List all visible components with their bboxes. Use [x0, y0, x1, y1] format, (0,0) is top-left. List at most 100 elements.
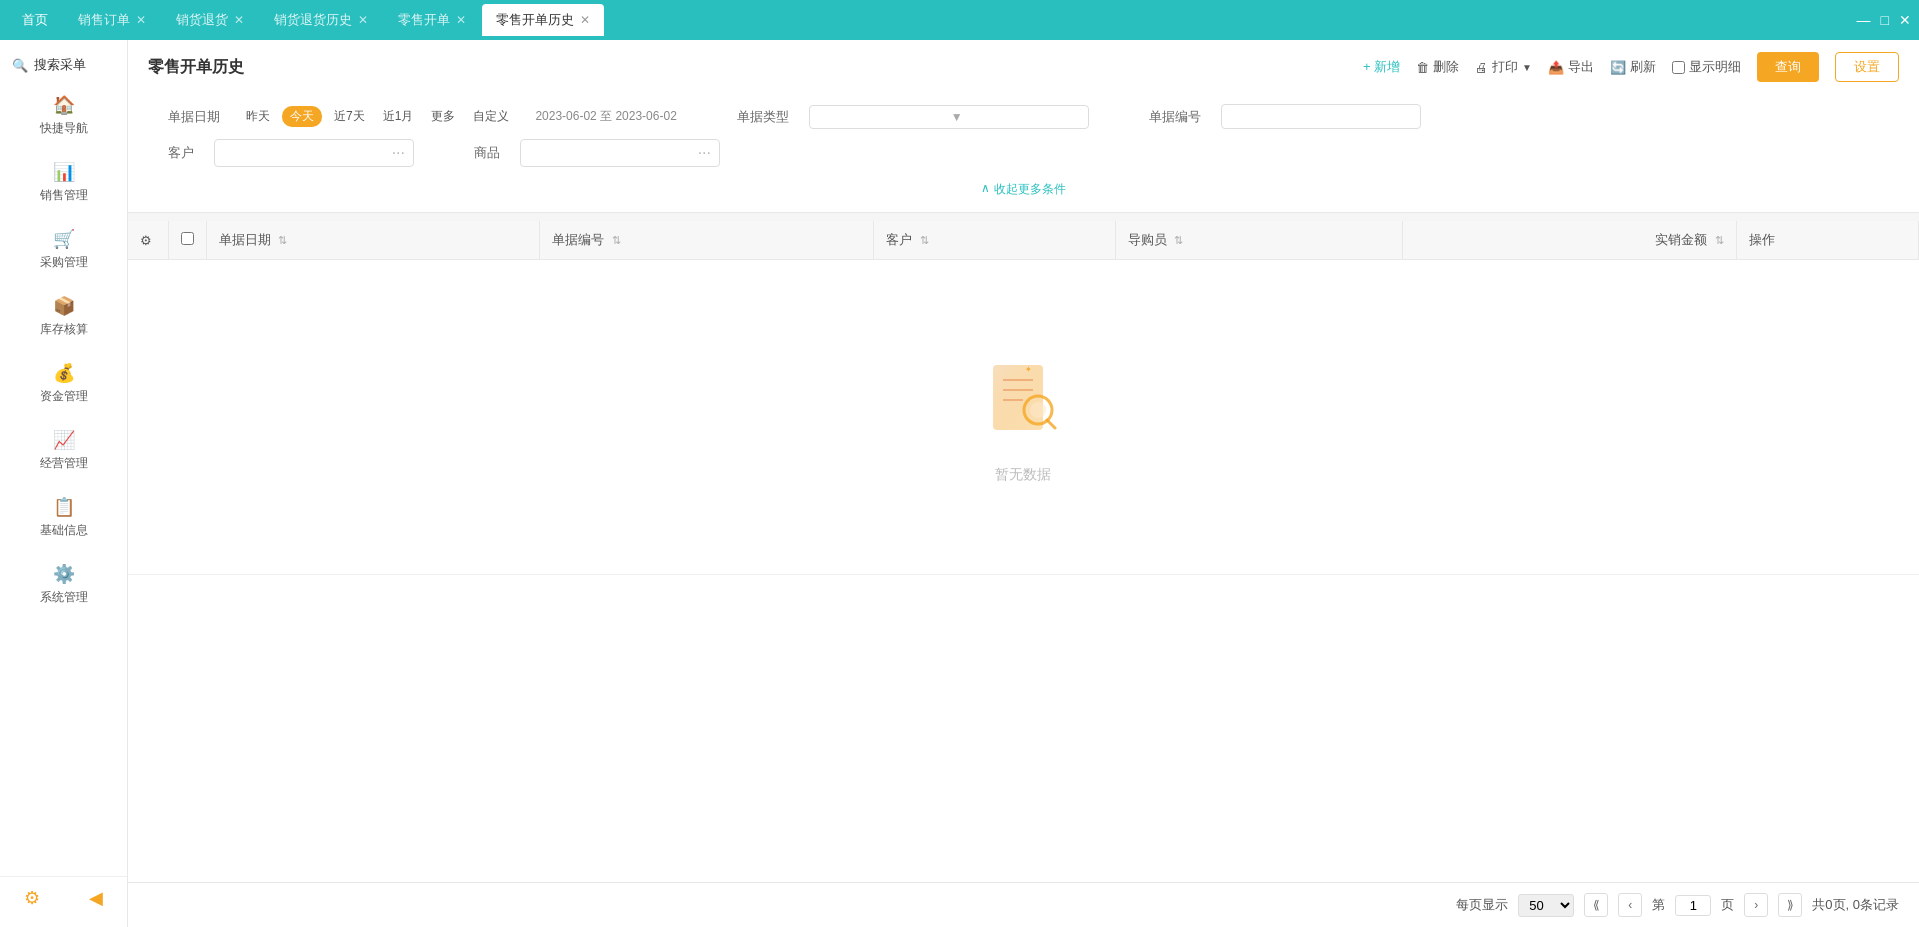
table-header-row: ⚙ 单据日期 ⇅ 单据编号 ⇅ 客户 [128, 221, 1919, 260]
date-range-display: 2023-06-02 至 2023-06-02 [535, 108, 676, 125]
retail-history-tab-label: 零售开单历史 [496, 11, 574, 29]
refresh-button[interactable]: 🔄 刷新 [1610, 58, 1656, 76]
page-title: 零售开单历史 [148, 57, 244, 78]
print-button[interactable]: 🖨 打印 ▼ [1475, 58, 1532, 76]
filter-area: 单据日期 昨天 今天 近7天 近1月 更多 自定义 2023-06-02 至 2… [148, 94, 1899, 212]
th-date[interactable]: 单据日期 ⇅ [206, 221, 540, 260]
th-date-sort-icon[interactable]: ⇅ [278, 234, 287, 246]
tab-sales-return-history[interactable]: 销货退货历史 ✕ [260, 4, 382, 36]
minimize-icon[interactable]: — [1857, 12, 1871, 28]
th-settings[interactable]: ⚙ [128, 221, 168, 260]
doc-no-text-input[interactable] [1230, 109, 1412, 124]
first-page-btn[interactable]: ⟪ [1584, 893, 1608, 917]
doc-no-input[interactable] [1221, 104, 1421, 129]
goods-filter-label: 商品 [474, 144, 500, 162]
page-size-label: 每页显示 [1456, 896, 1508, 914]
date-btn-7days[interactable]: 近7天 [328, 106, 371, 127]
export-button[interactable]: 📤 导出 [1548, 58, 1594, 76]
th-amount[interactable]: 实销金额 ⇅ [1403, 221, 1737, 260]
th-customer-sort-icon[interactable]: ⇅ [920, 234, 929, 246]
customer-input[interactable]: ··· [214, 139, 414, 167]
delete-button[interactable]: 🗑 删除 [1416, 58, 1459, 76]
close-icon[interactable]: ✕ [1899, 12, 1911, 28]
th-guide-label: 导购员 [1128, 232, 1167, 247]
page-number-input[interactable] [1675, 895, 1711, 916]
date-btn-custom[interactable]: 自定义 [467, 106, 515, 127]
date-btn-yesterday[interactable]: 昨天 [240, 106, 276, 127]
sidebar-item-inventory[interactable]: 📦 库存核算 [0, 283, 127, 350]
customer-text-input[interactable] [223, 146, 391, 161]
query-button[interactable]: 查询 [1757, 52, 1819, 82]
goods-text-input[interactable] [529, 146, 697, 161]
th-customer[interactable]: 客户 ⇅ [874, 221, 1115, 260]
system-icon: ⚙️ [53, 563, 75, 585]
customer-filter-label: 客户 [168, 144, 194, 162]
goods-input[interactable]: ··· [520, 139, 720, 167]
th-guide-sort-icon[interactable]: ⇅ [1174, 234, 1183, 246]
sidebar-item-operation-label: 经营管理 [40, 455, 88, 472]
sidebar-bottom: ⚙ ◀ [0, 876, 127, 919]
sidebar-item-sales[interactable]: 📊 销售管理 [0, 149, 127, 216]
tab-sales-return[interactable]: 销货退货 ✕ [162, 4, 258, 36]
customer-select-icon[interactable]: ··· [392, 144, 405, 162]
retail-history-tab-close[interactable]: ✕ [580, 13, 590, 27]
settings-button[interactable]: 设置 [1835, 52, 1899, 82]
sidebar-search[interactable]: 🔍 搜索采单 [0, 48, 127, 82]
sales-order-tab-close[interactable]: ✕ [136, 13, 146, 27]
add-button[interactable]: + 新增 [1363, 58, 1400, 76]
settings-bottom-icon[interactable]: ⚙ [24, 887, 40, 909]
print-dropdown-icon[interactable]: ▼ [1522, 62, 1532, 73]
sales-return-tab-close[interactable]: ✕ [234, 13, 244, 27]
doc-type-select[interactable]: ▼ [809, 105, 1089, 129]
th-guide[interactable]: 导购员 ⇅ [1115, 221, 1403, 260]
sidebar-item-finance[interactable]: 💰 资金管理 [0, 350, 127, 417]
sales-icon: 📊 [53, 161, 75, 183]
filter-row-date: 单据日期 昨天 今天 近7天 近1月 更多 自定义 2023-06-02 至 2… [168, 104, 1879, 129]
retail-open-tab-label: 零售开单 [398, 11, 450, 29]
sidebar-item-quick-nav[interactable]: 🏠 快捷导航 [0, 82, 127, 149]
tab-retail-history[interactable]: 零售开单历史 ✕ [482, 4, 604, 36]
page-label: 第 [1652, 896, 1665, 914]
date-btn-today[interactable]: 今天 [282, 106, 322, 127]
data-table: ⚙ 单据日期 ⇅ 单据编号 ⇅ 客户 [128, 221, 1919, 575]
collapse-sidebar-icon[interactable]: ◀ [89, 887, 103, 909]
date-btn-1month[interactable]: 近1月 [377, 106, 420, 127]
sidebar-item-purchase-label: 采购管理 [40, 254, 88, 271]
th-amount-sort-icon[interactable]: ⇅ [1715, 234, 1724, 246]
toolbar-actions: + 新增 🗑 删除 🖨 打印 ▼ 📤 导出 🔄 [1363, 52, 1899, 82]
th-checkbox[interactable] [168, 221, 206, 260]
sales-return-history-tab-close[interactable]: ✕ [358, 13, 368, 27]
sidebar-item-system[interactable]: ⚙️ 系统管理 [0, 551, 127, 618]
maximize-icon[interactable]: □ [1881, 12, 1889, 28]
th-no[interactable]: 单据编号 ⇅ [540, 221, 874, 260]
tab-sales-order[interactable]: 销售订单 ✕ [64, 4, 160, 36]
pagination-bar: 每页显示 50 10 20 100 ⟪ ‹ 第 页 › ⟫ 共0页, 0条记录 [128, 882, 1919, 927]
next-page-btn[interactable]: › [1744, 893, 1768, 917]
goods-select-icon[interactable]: ··· [698, 144, 711, 162]
sidebar-search-label: 搜索采单 [34, 56, 86, 74]
tab-home[interactable]: 首页 [8, 4, 62, 36]
display-detail-checkbox[interactable]: 显示明细 [1672, 58, 1741, 76]
last-page-btn[interactable]: ⟫ [1778, 893, 1802, 917]
page-size-select[interactable]: 50 10 20 100 [1518, 894, 1574, 917]
tab-retail-open[interactable]: 零售开单 ✕ [384, 4, 480, 36]
sidebar-item-basic[interactable]: 📋 基础信息 [0, 484, 127, 551]
date-btn-more[interactable]: 更多 [425, 106, 461, 127]
collapse-row[interactable]: ∧ 收起更多条件 [168, 177, 1879, 202]
retail-open-tab-close[interactable]: ✕ [456, 13, 466, 27]
prev-page-btn[interactable]: ‹ [1618, 893, 1642, 917]
table-body: ✦ 暂无数据 [128, 260, 1919, 575]
collapse-arrow-icon: ∧ [981, 181, 990, 198]
th-no-sort-icon[interactable]: ⇅ [612, 234, 621, 246]
sidebar-item-operation[interactable]: 📈 经营管理 [0, 417, 127, 484]
inventory-icon: 📦 [53, 295, 75, 317]
filter-row-customer: 客户 ··· 商品 ··· [168, 139, 1879, 167]
select-all-checkbox[interactable] [181, 232, 194, 245]
collapse-label: 收起更多条件 [994, 181, 1066, 198]
sales-return-history-tab-label: 销货退货历史 [274, 11, 352, 29]
sidebar-item-purchase[interactable]: 🛒 采购管理 [0, 216, 127, 283]
basic-icon: 📋 [53, 496, 75, 518]
th-no-label: 单据编号 [552, 232, 604, 247]
finance-icon: 💰 [53, 362, 75, 384]
display-detail-input[interactable] [1672, 61, 1685, 74]
